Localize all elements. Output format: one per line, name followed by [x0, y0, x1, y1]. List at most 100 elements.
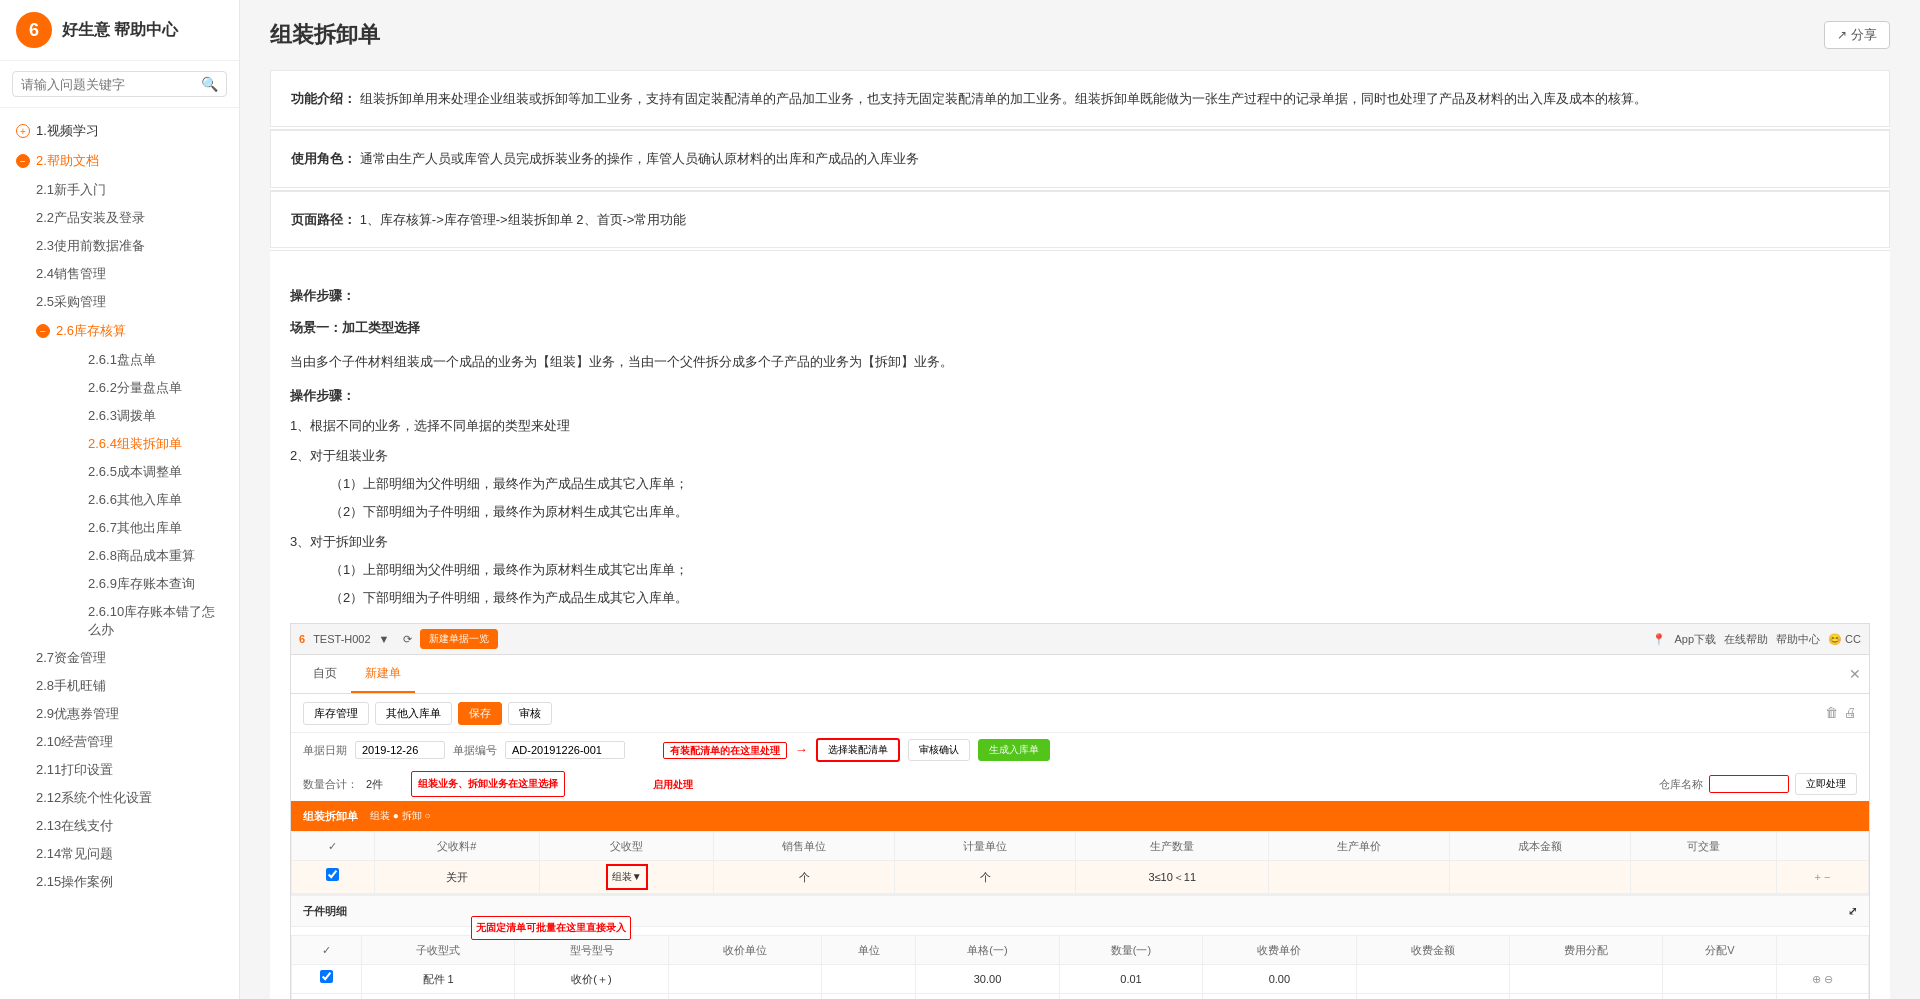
sidebar-item-purchase[interactable]: 2.5采购管理: [0, 288, 239, 316]
sim-trash-icon[interactable]: 🗑: [1825, 700, 1838, 726]
sim-lower-col3-1: [668, 965, 821, 994]
sim-td-type: 组装▼: [540, 861, 714, 894]
sim-lower-col7-1: 0.00: [1203, 965, 1356, 994]
sim-no-input[interactable]: [505, 741, 625, 759]
sim-date-input[interactable]: [355, 741, 445, 759]
sim-lower-col6-1: 0.01: [1059, 965, 1202, 994]
share-label: 分享: [1851, 26, 1877, 44]
sidebar-item-faq[interactable]: 2.14常见问题: [0, 840, 239, 868]
search-area: 🔍: [0, 61, 239, 108]
page-title: 组装拆卸单: [270, 20, 380, 50]
sidebar-item-stockcheck[interactable]: 2.6.1盘点单: [52, 346, 239, 374]
sim-row-add-icon[interactable]: +: [1815, 871, 1821, 883]
sim-expand-icon[interactable]: ⤢: [1848, 900, 1857, 922]
sim-new-doc-btn[interactable]: 新建单据一览: [420, 629, 498, 649]
step3: 3、对于拆卸业务: [290, 529, 1870, 555]
sim-th-prod-qty: 生产数量: [1076, 832, 1269, 861]
sim-type-label: 组装拆卸单: [303, 805, 358, 827]
logo-text: 好生意 帮助中心: [62, 20, 178, 41]
step3-sub2: （2）下部明细为子件明细，最终作为产成品生成其它入库单。: [330, 585, 1870, 611]
sim-td-type-box: 组装▼: [606, 864, 648, 890]
sidebar-item-cases[interactable]: 2.15操作案例: [0, 868, 239, 896]
sidebar-item-coupon[interactable]: 2.9优惠券管理: [0, 700, 239, 728]
sim-close-icon[interactable]: ✕: [1849, 660, 1861, 688]
sidebar-item-payment[interactable]: 2.13在线支付: [0, 812, 239, 840]
step3-sub1: （1）上部明细为父件明细，最终作为原材料生成其它出库单；: [330, 557, 1870, 583]
sidebar-item-inventory[interactable]: − 2.6库存核算: [0, 316, 239, 346]
sim-tab-new[interactable]: 新建单: [351, 655, 415, 693]
sidebar-item-funds[interactable]: 2.7资金管理: [0, 644, 239, 672]
sim-arrow1: →: [795, 742, 808, 757]
sidebar-item-videos[interactable]: + 1.视频学习: [0, 116, 239, 146]
sim-confirm-btn[interactable]: 审核确认: [908, 739, 970, 761]
sidebar-item-costadj[interactable]: 2.6.5成本调整单: [52, 458, 239, 486]
sim-lower-col7-2: 0.00: [1203, 994, 1356, 999]
sim-dept-input[interactable]: [1709, 775, 1789, 793]
sim-lth-col10: 分配V: [1663, 936, 1777, 965]
sim-config-btn[interactable]: 选择装配清单: [816, 738, 900, 762]
search-box: 🔍: [12, 71, 227, 97]
share-icon: ↗: [1837, 28, 1847, 42]
sim-tab-home[interactable]: 自页: [299, 655, 351, 693]
sim-lower-table-title: 子件明细: [303, 900, 347, 922]
sim-row-del-icon[interactable]: −: [1824, 871, 1830, 883]
sidebar-item-install[interactable]: 2.2产品安装及登录: [0, 204, 239, 232]
search-input[interactable]: [21, 77, 201, 92]
sidebar-item-print[interactable]: 2.11打印设置: [0, 756, 239, 784]
sim-btn-save[interactable]: 保存: [458, 702, 502, 725]
sidebar-item-adjust[interactable]: 2.6.3调拨单: [52, 402, 239, 430]
sim-print-icon[interactable]: 🖨: [1844, 700, 1857, 726]
sidebar-item-costrecalc[interactable]: 2.6.8商品成本重算: [52, 542, 239, 570]
sim-td-name: 关开: [374, 861, 540, 894]
sidebar-item-stockquery[interactable]: 2.6.9库存账本查询: [52, 570, 239, 598]
sidebar-item-mobile[interactable]: 2.8手机旺铺: [0, 672, 239, 700]
sim-upper-table-area: ✓ 父收料# 父收型 销售单位 计量单位 生产数量 生产单价 成本金额 可交量: [291, 831, 1869, 894]
sim-row-checkbox[interactable]: [326, 868, 339, 881]
role-section: 使用角色： 通常由生产人员或库管人员完成拆装业务的操作，库管人员确认原材料的出库…: [270, 130, 1890, 187]
sim-btn-manage[interactable]: 库存管理: [303, 702, 369, 725]
sim-deptname-label: 仓库名称: [1659, 773, 1703, 795]
path-text: 1、库存核算->库存管理->组装拆卸单 2、首页->常用功能: [360, 212, 687, 227]
sim-icon5: 😊 CC: [1828, 628, 1861, 650]
sim-lth-col5: 单格(一): [916, 936, 1059, 965]
screenshot-container: 6 TEST-H002 ▼ ⟳ 新建单据一览 📍 App下载 在线帮助 帮助中心…: [290, 623, 1870, 999]
sidebar-item-label: 2.帮助文档: [36, 152, 99, 170]
sim-th-parent-name: 父收料#: [374, 832, 540, 861]
role-label: 使用角色：: [291, 151, 356, 166]
sidebar-item-prepare[interactable]: 2.3使用前数据准备: [0, 232, 239, 260]
sim-gen-btn[interactable]: 生成入库单: [978, 739, 1050, 761]
sim-upper-table: ✓ 父收料# 父收型 销售单位 计量单位 生产数量 生产单价 成本金额 可交量: [291, 831, 1869, 894]
sim-lower-name-1: 配件 1: [361, 965, 514, 994]
sim-lower-checkbox-1[interactable]: [320, 970, 333, 983]
sim-lower-col5-1: 30.00: [916, 965, 1059, 994]
sim-date-label: 单据日期: [303, 739, 347, 761]
sim-td-check: [292, 861, 375, 894]
sidebar-item-otherout[interactable]: 2.6.7其他出库单: [52, 514, 239, 542]
sidebar-item-otherin[interactable]: 2.6.6其他入库单: [52, 486, 239, 514]
sim-lower-col6-2: 0.00: [1059, 994, 1202, 999]
sidebar-item-splitcheck[interactable]: 2.6.2分量盘点单: [52, 374, 239, 402]
sidebar: 6 好生意 帮助中心 🔍 + 1.视频学习 − 2.帮助文档 2.1新手入门 2…: [0, 0, 240, 999]
sidebar-item-assembly[interactable]: 2.6.4组装拆卸单: [52, 430, 239, 458]
search-icon[interactable]: 🔍: [201, 76, 218, 92]
sim-btn-other-in[interactable]: 其他入库单: [375, 702, 452, 725]
sim-top-bar: 6 TEST-H002 ▼ ⟳ 新建单据一览 📍 App下载 在线帮助 帮助中心…: [291, 624, 1869, 655]
sidebar-item-sales[interactable]: 2.4销售管理: [0, 260, 239, 288]
sidebar-item-newcomer[interactable]: 2.1新手入门: [0, 176, 239, 204]
sidebar-item-customize[interactable]: 2.12系统个性化设置: [0, 784, 239, 812]
sim-th-parent-type: 父收型: [540, 832, 714, 861]
role-text: 通常由生产人员或库管人员完成拆装业务的操作，库管人员确认原材料的出库和产成品的入…: [360, 151, 919, 166]
sim-lower-act1[interactable]: ⊕ ⊖: [1812, 973, 1833, 985]
sim-icon4: 帮助中心: [1776, 628, 1820, 650]
sim-lower-col2-1: 收价(＋): [515, 965, 668, 994]
sidebar-item-docs[interactable]: − 2.帮助文档: [0, 146, 239, 176]
sim-search-btn[interactable]: 立即处理: [1795, 773, 1857, 795]
share-button[interactable]: ↗ 分享: [1824, 21, 1890, 49]
path-section: 页面路径： 1、库存核算->库存管理->组装拆卸单 2、首页->常用功能: [270, 191, 1890, 248]
sim-btn-audit[interactable]: 审核: [508, 702, 552, 725]
content-wrapper: 功能介绍： 组装拆卸单用来处理企业组装或拆卸等加工业务，支持有固定装配清单的产品…: [270, 70, 1890, 999]
sidebar-item-wrongaccount[interactable]: 2.6.10库存账本错了怎么办: [52, 598, 239, 644]
sim-icon3: 在线帮助: [1724, 628, 1768, 650]
sim-th-prod-price: 生产单价: [1268, 832, 1449, 861]
sidebar-item-operation[interactable]: 2.10经营管理: [0, 728, 239, 756]
